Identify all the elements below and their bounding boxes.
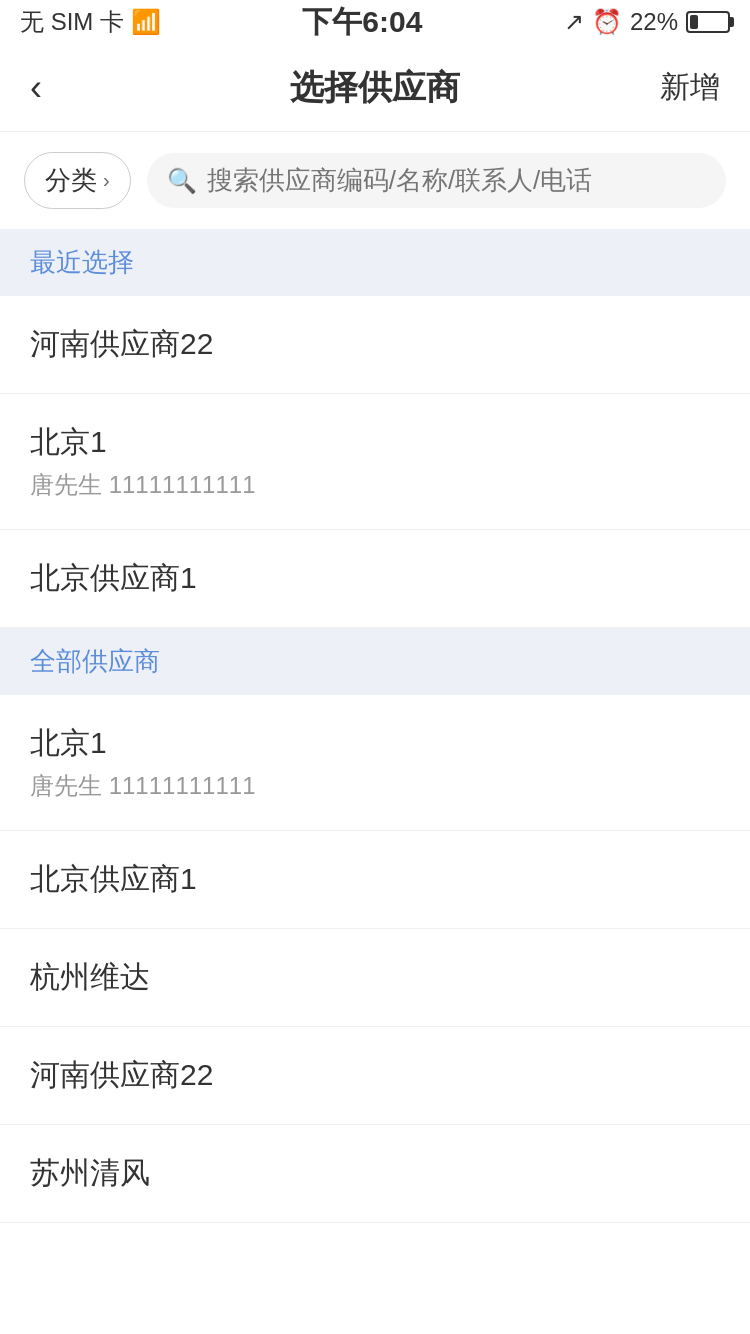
category-button[interactable]: 分类 › bbox=[24, 152, 131, 209]
all-list: 北京1 唐先生 11111111111 北京供应商1 杭州维达河南供应商22 苏州清风 bbox=[0, 695, 750, 1223]
item-name: 苏州清风 bbox=[30, 1153, 720, 1194]
status-bar: 无 SIM 卡 📶 下午6:04 ↗ ⏰ 22% bbox=[0, 0, 750, 44]
all-list-item[interactable]: 北京供应商1 bbox=[0, 831, 750, 929]
status-time: 下午6:04 bbox=[302, 2, 422, 43]
alarm-icon: ⏰ bbox=[592, 8, 622, 36]
search-box[interactable]: 🔍 bbox=[147, 153, 726, 208]
recent-list-item[interactable]: 北京1 唐先生 11111111111 bbox=[0, 394, 750, 530]
status-right: ↗ ⏰ 22% bbox=[564, 8, 730, 36]
all-list-item[interactable]: 北京1 唐先生 11111111111 bbox=[0, 695, 750, 831]
battery-icon bbox=[686, 11, 730, 33]
item-detail: 唐先生 11111111111 bbox=[30, 770, 720, 802]
filter-bar: 分类 › 🔍 bbox=[0, 132, 750, 229]
all-list-item[interactable]: 杭州维达 bbox=[0, 929, 750, 1027]
search-input[interactable] bbox=[207, 165, 706, 196]
recent-list: 河南供应商22 北京1 唐先生 11111111111 北京供应商1 bbox=[0, 296, 750, 628]
location-icon: ↗ bbox=[564, 8, 584, 36]
search-icon: 🔍 bbox=[167, 167, 197, 195]
back-button[interactable]: ‹ bbox=[30, 67, 90, 109]
item-name: 河南供应商22 bbox=[30, 1055, 720, 1096]
all-section-label: 全部供应商 bbox=[30, 646, 160, 676]
recent-list-item[interactable]: 河南供应商22 bbox=[0, 296, 750, 394]
nav-bar: ‹ 选择供应商 新增 bbox=[0, 44, 750, 132]
page-title: 选择供应商 bbox=[290, 65, 460, 111]
recent-list-item[interactable]: 北京供应商1 bbox=[0, 530, 750, 628]
item-name: 杭州维达 bbox=[30, 957, 720, 998]
item-name: 北京1 bbox=[30, 723, 720, 764]
item-name: 河南供应商22 bbox=[30, 324, 720, 365]
category-label: 分类 bbox=[45, 163, 97, 198]
recent-section-label: 最近选择 bbox=[30, 247, 134, 277]
recent-section-header: 最近选择 bbox=[0, 229, 750, 296]
all-section-header: 全部供应商 bbox=[0, 628, 750, 695]
all-list-item[interactable]: 河南供应商22 bbox=[0, 1027, 750, 1125]
item-name: 北京供应商1 bbox=[30, 558, 720, 599]
add-button[interactable]: 新增 bbox=[660, 67, 720, 108]
status-left: 无 SIM 卡 📶 bbox=[20, 6, 161, 38]
no-sim-label: 无 SIM 卡 📶 bbox=[20, 6, 161, 38]
item-name: 北京供应商1 bbox=[30, 859, 720, 900]
item-detail: 唐先生 11111111111 bbox=[30, 469, 720, 501]
item-name: 北京1 bbox=[30, 422, 720, 463]
battery-percent: 22% bbox=[630, 8, 678, 36]
all-list-item[interactable]: 苏州清风 bbox=[0, 1125, 750, 1223]
chevron-right-icon: › bbox=[103, 169, 110, 192]
